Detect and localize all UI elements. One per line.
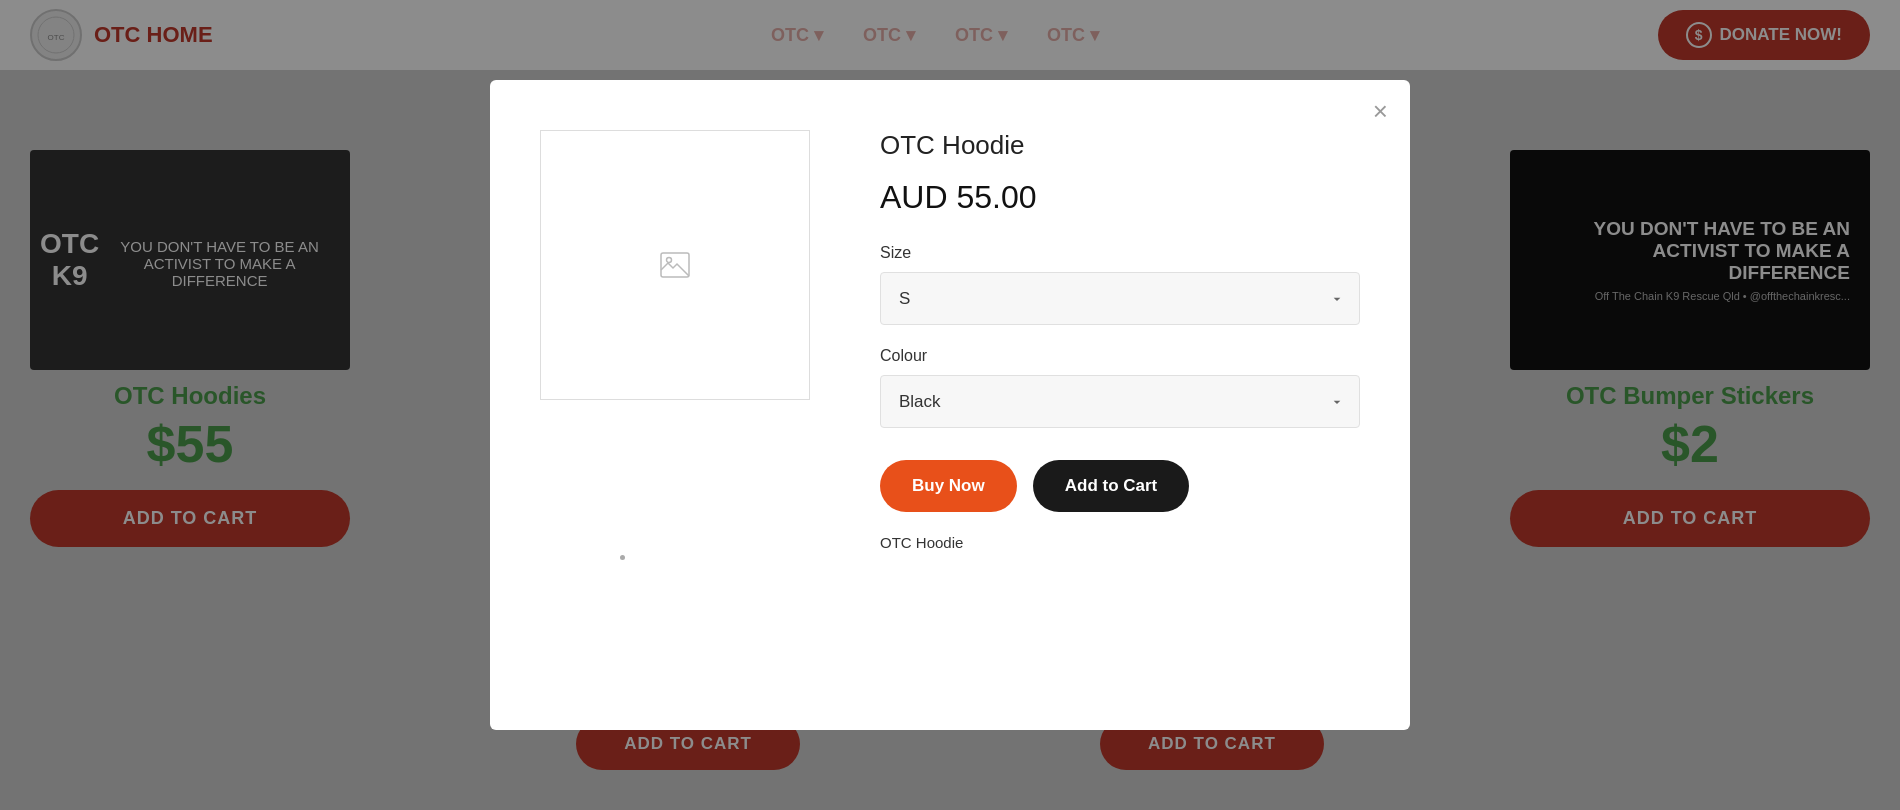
svg-point-3 (667, 258, 672, 263)
modal-image-dot (620, 555, 625, 560)
modal-image-area (540, 130, 840, 680)
colour-select[interactable]: Black White Grey (880, 375, 1360, 428)
modal-close-button[interactable]: × (1373, 98, 1388, 124)
product-modal: × OTC Hoodie AUD 55.00 Size S M L XL 2XL… (490, 80, 1410, 730)
modal-buttons-area: Buy Now Add to Cart (880, 460, 1360, 512)
buy-now-button[interactable]: Buy Now (880, 460, 1017, 512)
size-label: Size (880, 244, 1360, 262)
modal-product-title: OTC Hoodie (880, 130, 1360, 161)
modal-details: OTC Hoodie AUD 55.00 Size S M L XL 2XL C… (880, 130, 1360, 680)
modal-add-to-cart-button[interactable]: Add to Cart (1033, 460, 1190, 512)
size-select[interactable]: S M L XL 2XL (880, 272, 1360, 325)
colour-label: Colour (880, 347, 1360, 365)
modal-product-name-footer: OTC Hoodie (880, 534, 1360, 551)
modal-image-placeholder (540, 130, 810, 400)
modal-product-price: AUD 55.00 (880, 179, 1360, 216)
